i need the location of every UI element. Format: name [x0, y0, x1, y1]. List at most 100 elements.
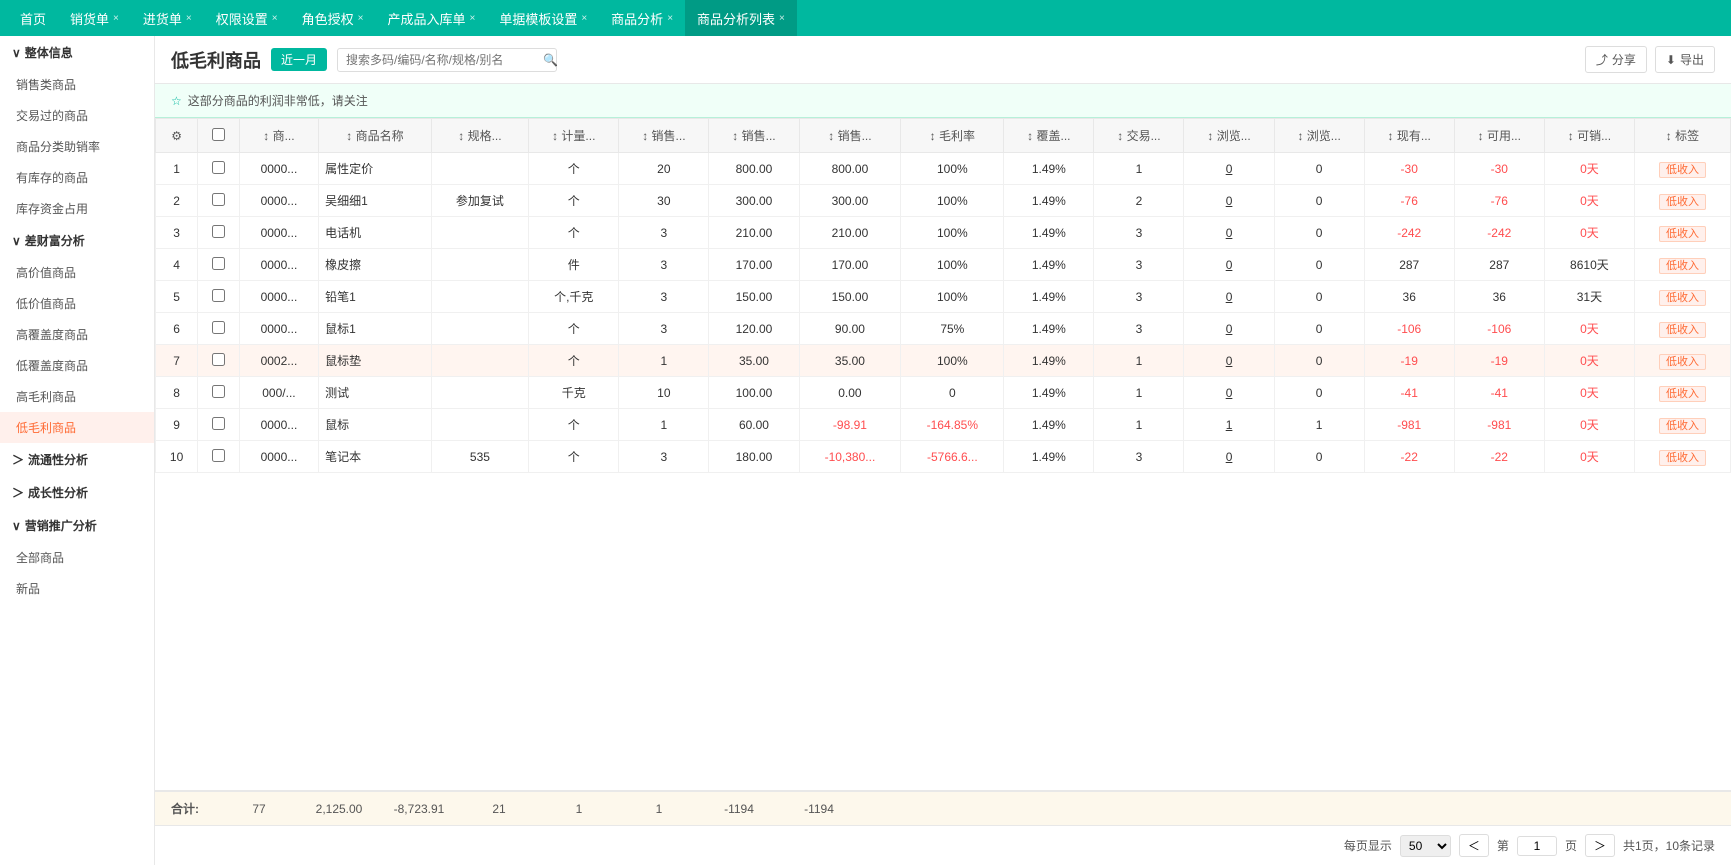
sidebar-group-growth[interactable]: ＞ 成长性分析 — [0, 476, 154, 509]
sidebar-item-high-margin[interactable]: 高毛利商品 — [0, 381, 154, 412]
row-name: 笔记本 — [319, 441, 431, 473]
sidebar-group-circulation[interactable]: ＞ 流通性分析 — [0, 443, 154, 476]
row-avail: -76 — [1454, 185, 1544, 217]
row-checkbox[interactable] — [198, 217, 240, 249]
footer-sales3: -8,723.91 — [379, 802, 459, 816]
sidebar-item-low-coverage[interactable]: 低覆盖度商品 — [0, 350, 154, 381]
th-rate[interactable]: ↕ 毛利率 — [901, 119, 1004, 153]
row-tag: 低收入 — [1634, 377, 1730, 409]
sidebar-item-high-coverage[interactable]: 高覆盖度商品 — [0, 319, 154, 350]
th-sales3[interactable]: ↕ 销售... — [799, 119, 901, 153]
row-checkbox[interactable] — [198, 249, 240, 281]
row-checkbox[interactable] — [198, 377, 240, 409]
footer-browse2: -1194 — [699, 802, 779, 816]
share-icon: ⤴ — [1596, 51, 1608, 68]
th-settings[interactable]: ⚙ — [156, 119, 198, 153]
row-checkbox[interactable] — [198, 185, 240, 217]
row-browse2: -76 — [1364, 185, 1454, 217]
row-name: 测试 — [319, 377, 431, 409]
row-name: 鼠标1 — [319, 313, 431, 345]
nav-product-entry[interactable]: 产成品入库单 × — [375, 0, 487, 36]
footer-values: 77 2,125.00 -8,723.91 21 1 1 -1194 -1194 — [219, 802, 859, 816]
row-spec: 参加复试 — [431, 185, 529, 217]
nav-close-role[interactable]: × — [358, 13, 364, 24]
nav-product-analysis[interactable]: 商品分析 × — [599, 0, 685, 36]
th-browse1[interactable]: ↕ 浏览... — [1184, 119, 1274, 153]
nav-close-sales[interactable]: × — [113, 13, 119, 24]
th-checkbox[interactable] — [198, 119, 240, 153]
table-row: 6 0000... 鼠标1 个 3 120.00 90.00 75% 1.49%… — [156, 313, 1731, 345]
next-page-button[interactable]: ＞ — [1585, 834, 1615, 857]
nav-close-permission[interactable]: × — [272, 13, 278, 24]
nav-close-analysis-list[interactable]: × — [779, 13, 785, 24]
nav-close-template[interactable]: × — [581, 13, 587, 24]
th-browse2[interactable]: ↕ 浏览... — [1274, 119, 1364, 153]
row-sales2: 120.00 — [709, 313, 799, 345]
row-name: 鼠标 — [319, 409, 431, 441]
nav-close-product[interactable]: × — [469, 13, 475, 24]
th-salable[interactable]: ↕ 可销... — [1544, 119, 1634, 153]
nav-sales-order[interactable]: 销货单 × — [58, 0, 131, 36]
row-index: 6 — [156, 313, 198, 345]
sidebar-item-traded-products[interactable]: 交易过的商品 — [0, 100, 154, 131]
data-table-wrapper[interactable]: ⚙ ↕ 商... ↕ 商品名称 ↕ 规格... ↕ 计量... ↕ 销售... … — [155, 118, 1731, 790]
row-checkbox[interactable] — [198, 345, 240, 377]
nav-template[interactable]: 单据模板设置 × — [487, 0, 599, 36]
nav-close-analysis[interactable]: × — [667, 13, 673, 24]
prev-page-button[interactable]: ＜ — [1459, 834, 1489, 857]
th-code[interactable]: ↕ 商... — [239, 119, 318, 153]
nav-product-analysis-list[interactable]: 商品分析列表 × — [685, 0, 797, 36]
row-gross: 1.49% — [1004, 345, 1094, 377]
sidebar-item-stock-capital[interactable]: 库存资金占用 — [0, 193, 154, 224]
row-checkbox[interactable] — [198, 441, 240, 473]
select-all-checkbox[interactable] — [212, 128, 225, 141]
row-trade: 1 — [1184, 409, 1274, 441]
nav-permission[interactable]: 权限设置 × — [204, 0, 290, 36]
sidebar-item-low-margin[interactable]: 低毛利商品 — [0, 412, 154, 443]
sidebar-item-stock-products[interactable]: 有库存的商品 — [0, 162, 154, 193]
th-trade[interactable]: ↕ 交易... — [1094, 119, 1184, 153]
th-coverage[interactable]: ↕ 覆盖... — [1004, 119, 1094, 153]
sidebar-item-all-products[interactable]: 全部商品 — [0, 542, 154, 573]
th-sales1[interactable]: ↕ 销售... — [619, 119, 709, 153]
row-spec — [431, 377, 529, 409]
nav-home[interactable]: 首页 — [8, 0, 58, 36]
sidebar-item-category-rate[interactable]: 商品分类助销率 — [0, 131, 154, 162]
th-available[interactable]: ↕ 可用... — [1454, 119, 1544, 153]
share-button[interactable]: ⤴ 分享 — [1585, 46, 1647, 73]
row-cover: 3 — [1094, 281, 1184, 313]
sidebar-item-low-value[interactable]: 低价值商品 — [0, 288, 154, 319]
sidebar-item-sales-products[interactable]: 销售类商品 — [0, 69, 154, 100]
nav-purchase-order[interactable]: 进货单 × — [131, 0, 204, 36]
th-spec[interactable]: ↕ 规格... — [431, 119, 529, 153]
row-salable: 0天 — [1544, 345, 1634, 377]
row-checkbox[interactable] — [198, 281, 240, 313]
nav-close-purchase[interactable]: × — [186, 13, 192, 24]
th-sales2[interactable]: ↕ 销售... — [709, 119, 799, 153]
row-sales1: 3 — [619, 217, 709, 249]
sidebar-item-new-products[interactable]: 新品 — [0, 573, 154, 604]
page-size-select[interactable]: 50 100 200 — [1400, 835, 1451, 857]
sidebar-item-high-value[interactable]: 高价值商品 — [0, 257, 154, 288]
row-browse2: -981 — [1364, 409, 1454, 441]
row-checkbox[interactable] — [198, 153, 240, 185]
date-filter-button[interactable]: 近一月 — [271, 48, 327, 71]
th-stock[interactable]: ↕ 现有... — [1364, 119, 1454, 153]
row-unit: 件 — [529, 249, 619, 281]
export-button[interactable]: ⬇ 导出 — [1655, 46, 1715, 73]
row-cover: 1 — [1094, 153, 1184, 185]
row-tag: 低收入 — [1634, 153, 1730, 185]
th-name[interactable]: ↕ 商品名称 — [319, 119, 431, 153]
th-tag[interactable]: ↕ 标签 — [1634, 119, 1730, 153]
row-checkbox[interactable] — [198, 409, 240, 441]
nav-role-auth[interactable]: 角色授权 × — [290, 0, 376, 36]
row-sales3: 150.00 — [799, 281, 901, 313]
search-input[interactable] — [337, 48, 557, 72]
row-checkbox[interactable] — [198, 313, 240, 345]
th-unit[interactable]: ↕ 计量... — [529, 119, 619, 153]
row-sales3: -10,380... — [799, 441, 901, 473]
row-unit: 个 — [529, 345, 619, 377]
row-index: 7 — [156, 345, 198, 377]
page-number-input[interactable] — [1517, 836, 1557, 856]
table-row: 2 0000... 吴细细1 参加复试 个 30 300.00 300.00 1… — [156, 185, 1731, 217]
